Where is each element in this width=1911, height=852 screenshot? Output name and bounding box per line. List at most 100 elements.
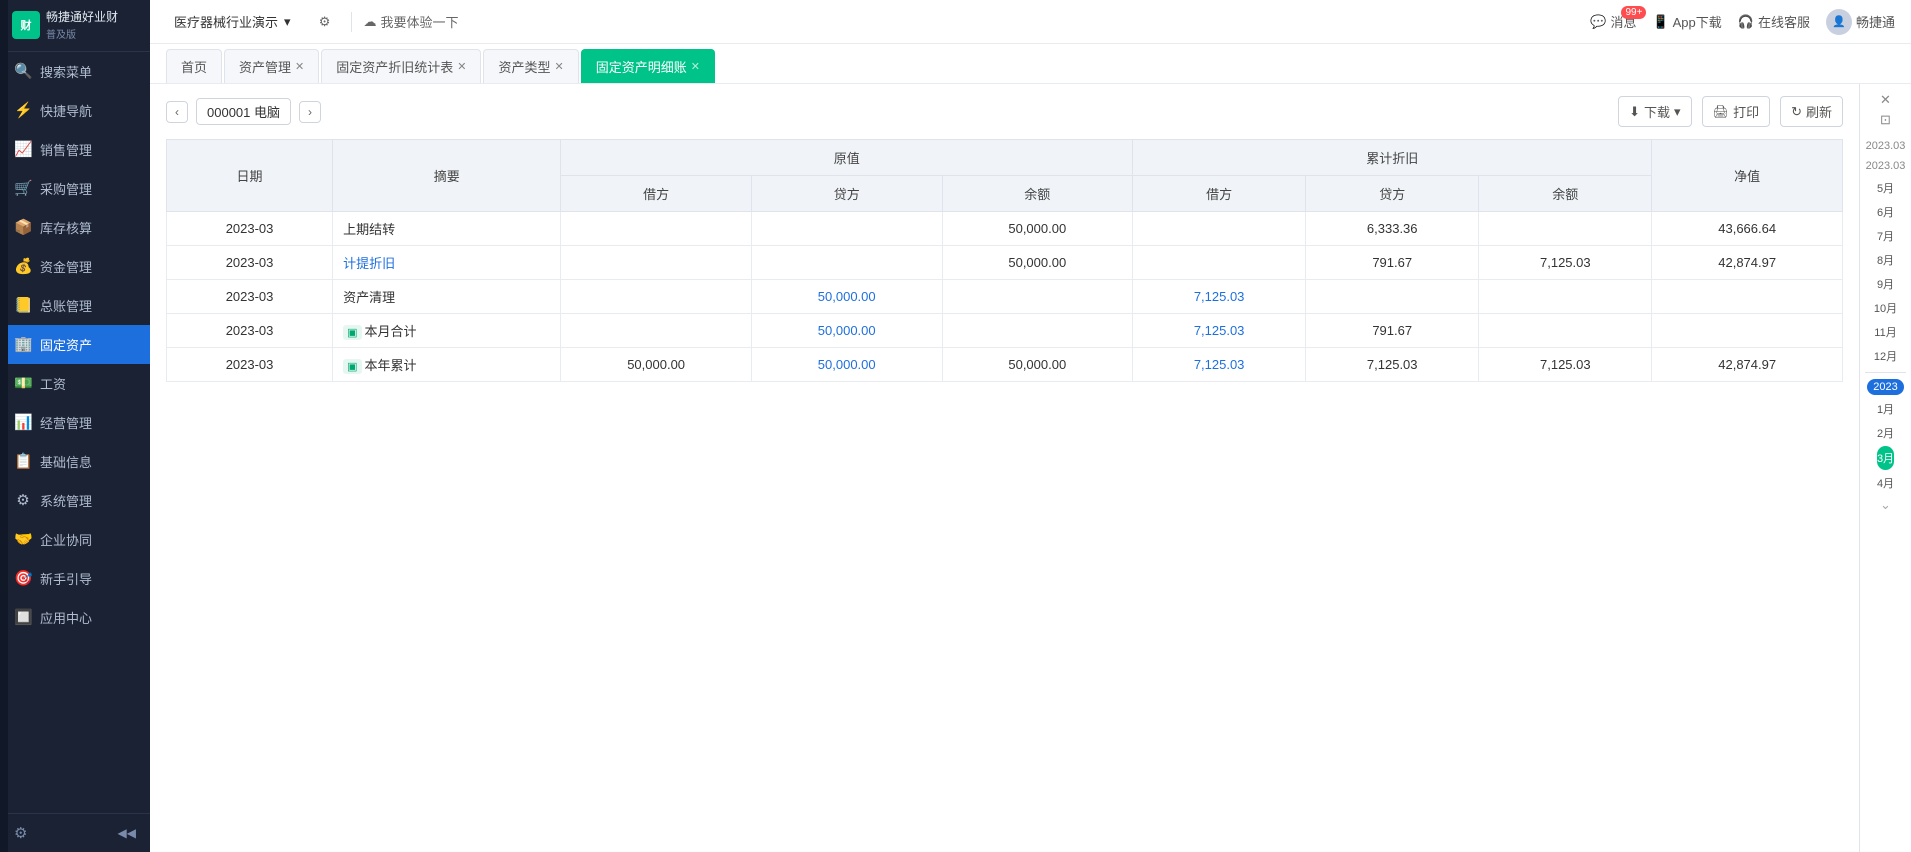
tab-depreciation-stat-close[interactable]: ✕ — [457, 60, 466, 73]
timeline-year-header1: 2023.03 — [1864, 138, 1908, 154]
timeline-month-1月[interactable]: 1月 — [1873, 397, 1898, 421]
sidebar-item-salary[interactable]: 💵工资 — [0, 364, 150, 403]
sidebar-guide-icon: 🎯 — [14, 569, 32, 587]
table-row: 2023-03 上期结转 50,000.00 6,333.36 43,666.6… — [167, 212, 1843, 246]
cell-debit2 — [1133, 212, 1306, 246]
tab-depreciation-stat[interactable]: 固定资产折旧统计表 ✕ — [321, 49, 481, 83]
notification-button[interactable]: 💬 消息 99+ — [1590, 12, 1636, 31]
cell-balance2: 7,125.03 — [1479, 246, 1652, 280]
cell-balance1: 50,000.00 — [942, 246, 1133, 280]
customer-service-icon: 🎧 — [1738, 14, 1754, 30]
right-timeline-panel: ✕ ⊡ 2023.03 2023.03 5月6月7月8月9月10月11月12月 … — [1859, 84, 1911, 852]
col-credit2: 贷方 — [1306, 176, 1479, 212]
asset-code-label: 000001 电脑 — [196, 98, 291, 125]
cell-debit1 — [561, 314, 752, 348]
tab-asset-type[interactable]: 资产类型✕ — [483, 49, 578, 83]
year-badge[interactable]: 2023 — [1867, 379, 1903, 395]
company-selector[interactable]: 医疗器械行业演示 ▾ — [166, 8, 299, 35]
timeline-month-11月[interactable]: 11月 — [1874, 320, 1897, 344]
data-table-wrapper: 日期 摘要 原值 累计折旧 净值 借方 贷方 余额 借方 贷方 余额 — [166, 139, 1843, 840]
sidebar-basic-info-label: 基础信息 — [40, 452, 92, 471]
download-label: 下载 — [1644, 102, 1670, 121]
cell-debit2: 7,125.03 — [1133, 280, 1306, 314]
sidebar-purchase-label: 采购管理 — [40, 179, 92, 198]
cell-date: 2023-03 — [167, 246, 333, 280]
timeline-down-arrow[interactable]: ⌄ — [1880, 497, 1891, 513]
sidebar-item-app-center[interactable]: 🔲应用中心 — [0, 598, 150, 637]
col-group-depreciation: 累计折旧 — [1133, 140, 1652, 176]
experience-icon: ☁ — [364, 14, 377, 30]
prev-asset-button[interactable]: ‹ — [166, 101, 188, 123]
sidebar-item-quick-nav[interactable]: ⚡快捷导航 — [0, 91, 150, 130]
panel-close-button[interactable]: ✕ — [1880, 92, 1891, 108]
tab-depreciation-stat-label: 固定资产折旧统计表 — [336, 57, 453, 76]
sidebar-item-funds[interactable]: 💰 资金管理 — [0, 247, 150, 286]
print-button[interactable]: 🖨 打印 — [1702, 96, 1771, 127]
timeline-month-12月[interactable]: 12月 — [1874, 344, 1897, 368]
timeline-year-header2: 2023.03 — [1864, 158, 1908, 174]
cell-net: 42,874.97 — [1652, 348, 1843, 382]
cell-date: 2023-03 — [167, 348, 333, 382]
timeline-month-10月[interactable]: 10月 — [1874, 296, 1897, 320]
row-tag: ▣ — [343, 325, 361, 340]
timeline-month-4月[interactable]: 4月 — [1873, 471, 1898, 495]
settings-icon[interactable]: ⚙ — [14, 824, 27, 842]
company-name: 医疗器械行业演示 — [174, 12, 278, 31]
refresh-button[interactable]: ↻ 刷新 — [1780, 96, 1843, 127]
sidebar-item-fixed-assets[interactable]: 🏢固定资产 — [0, 325, 150, 364]
timeline-month-9月[interactable]: 9月 — [1874, 272, 1897, 296]
sidebar-operations-label: 经营管理 — [40, 413, 92, 432]
sidebar-funds-icon: 💰 — [14, 257, 32, 275]
timeline-month-5月[interactable]: 5月 — [1874, 176, 1897, 200]
cell-credit1: 50,000.00 — [751, 348, 942, 382]
sidebar-item-collab[interactable]: 🤝企业协同 — [0, 520, 150, 559]
header-settings-button[interactable]: ⚙ — [311, 8, 339, 36]
months-before-group: 5月6月7月8月9月10月11月12月 — [1874, 176, 1897, 368]
timeline-month-7月[interactable]: 7月 — [1874, 224, 1897, 248]
panel-expand-button[interactable]: ⊡ — [1880, 112, 1891, 128]
sidebar-item-purchase[interactable]: 🛒采购管理 — [0, 169, 150, 208]
timeline-month-3月[interactable]: 3月 — [1877, 446, 1894, 470]
cell-debit1 — [561, 246, 752, 280]
sidebar-bottom: ⚙ ◀◀ — [0, 813, 150, 852]
download-button[interactable]: ⬇ 下载 ▾ — [1618, 96, 1691, 127]
notification-icon: 💬 — [1590, 14, 1606, 30]
tab-asset-detail-close[interactable]: ✕ — [691, 60, 700, 73]
timeline-month-8月[interactable]: 8月 — [1874, 248, 1897, 272]
sidebar-item-basic-info[interactable]: 📋基础信息 — [0, 442, 150, 481]
next-asset-button[interactable]: › — [299, 101, 321, 123]
cell-credit2 — [1306, 280, 1479, 314]
sidebar-item-ledger[interactable]: 📒总账管理 — [0, 286, 150, 325]
sidebar-item-sales[interactable]: 📈销售管理 — [0, 130, 150, 169]
tab-asset-mgmt[interactable]: 资产管理✕ — [224, 49, 319, 83]
action-buttons: ⬇ 下载 ▾ 🖨 打印 ↻ 刷新 — [1618, 96, 1843, 127]
customer-service-button[interactable]: 🎧 在线客服 — [1738, 12, 1810, 31]
sidebar-nav: 🔍搜索菜单⚡快捷导航📈销售管理🛒采购管理📦库存核算 💰 资金管理 📒总账管理🏢固定资产… — [0, 52, 150, 813]
tab-home-label: 首页 — [181, 57, 207, 76]
sidebar-funds-label: 资金管理 — [40, 257, 92, 276]
sidebar-item-inventory[interactable]: 📦库存核算 — [0, 208, 150, 247]
cell-credit1: 50,000.00 — [751, 314, 942, 348]
user-profile[interactable]: 👤 畅捷通 — [1826, 9, 1895, 35]
cell-credit2: 791.67 — [1306, 246, 1479, 280]
tab-asset-mgmt-close[interactable]: ✕ — [295, 60, 304, 73]
cell-debit1: 50,000.00 — [561, 348, 752, 382]
cell-summary: ▣本月合计 — [333, 314, 561, 348]
timeline-month-6月[interactable]: 6月 — [1874, 200, 1897, 224]
tab-home[interactable]: 首页 — [166, 49, 222, 83]
sidebar-sales-label: 销售管理 — [40, 140, 92, 159]
sidebar-item-operations[interactable]: 📊经营管理 — [0, 403, 150, 442]
table-row: 2023-03 计提折旧 50,000.00 791.67 7,125.03 4… — [167, 246, 1843, 280]
timeline-month-2月[interactable]: 2月 — [1873, 421, 1898, 445]
tab-asset-detail[interactable]: 固定资产明细账✕ — [581, 49, 715, 83]
sidebar-item-guide[interactable]: 🎯新手引导 — [0, 559, 150, 598]
experience-button[interactable]: ☁ 我要体验一下 — [364, 12, 459, 31]
cell-balance1 — [942, 280, 1133, 314]
sidebar-item-system[interactable]: ⚙系统管理 — [0, 481, 150, 520]
row-summary-link[interactable]: 计提折旧 — [343, 256, 395, 271]
app-download-button[interactable]: 📱 App下载 — [1652, 12, 1721, 31]
tab-asset-type-close[interactable]: ✕ — [555, 60, 564, 73]
sidebar-ledger-icon: 📒 — [14, 296, 32, 314]
sidebar-item-search[interactable]: 🔍搜索菜单 — [0, 52, 150, 91]
collapse-button[interactable]: ◀◀ — [118, 826, 136, 840]
